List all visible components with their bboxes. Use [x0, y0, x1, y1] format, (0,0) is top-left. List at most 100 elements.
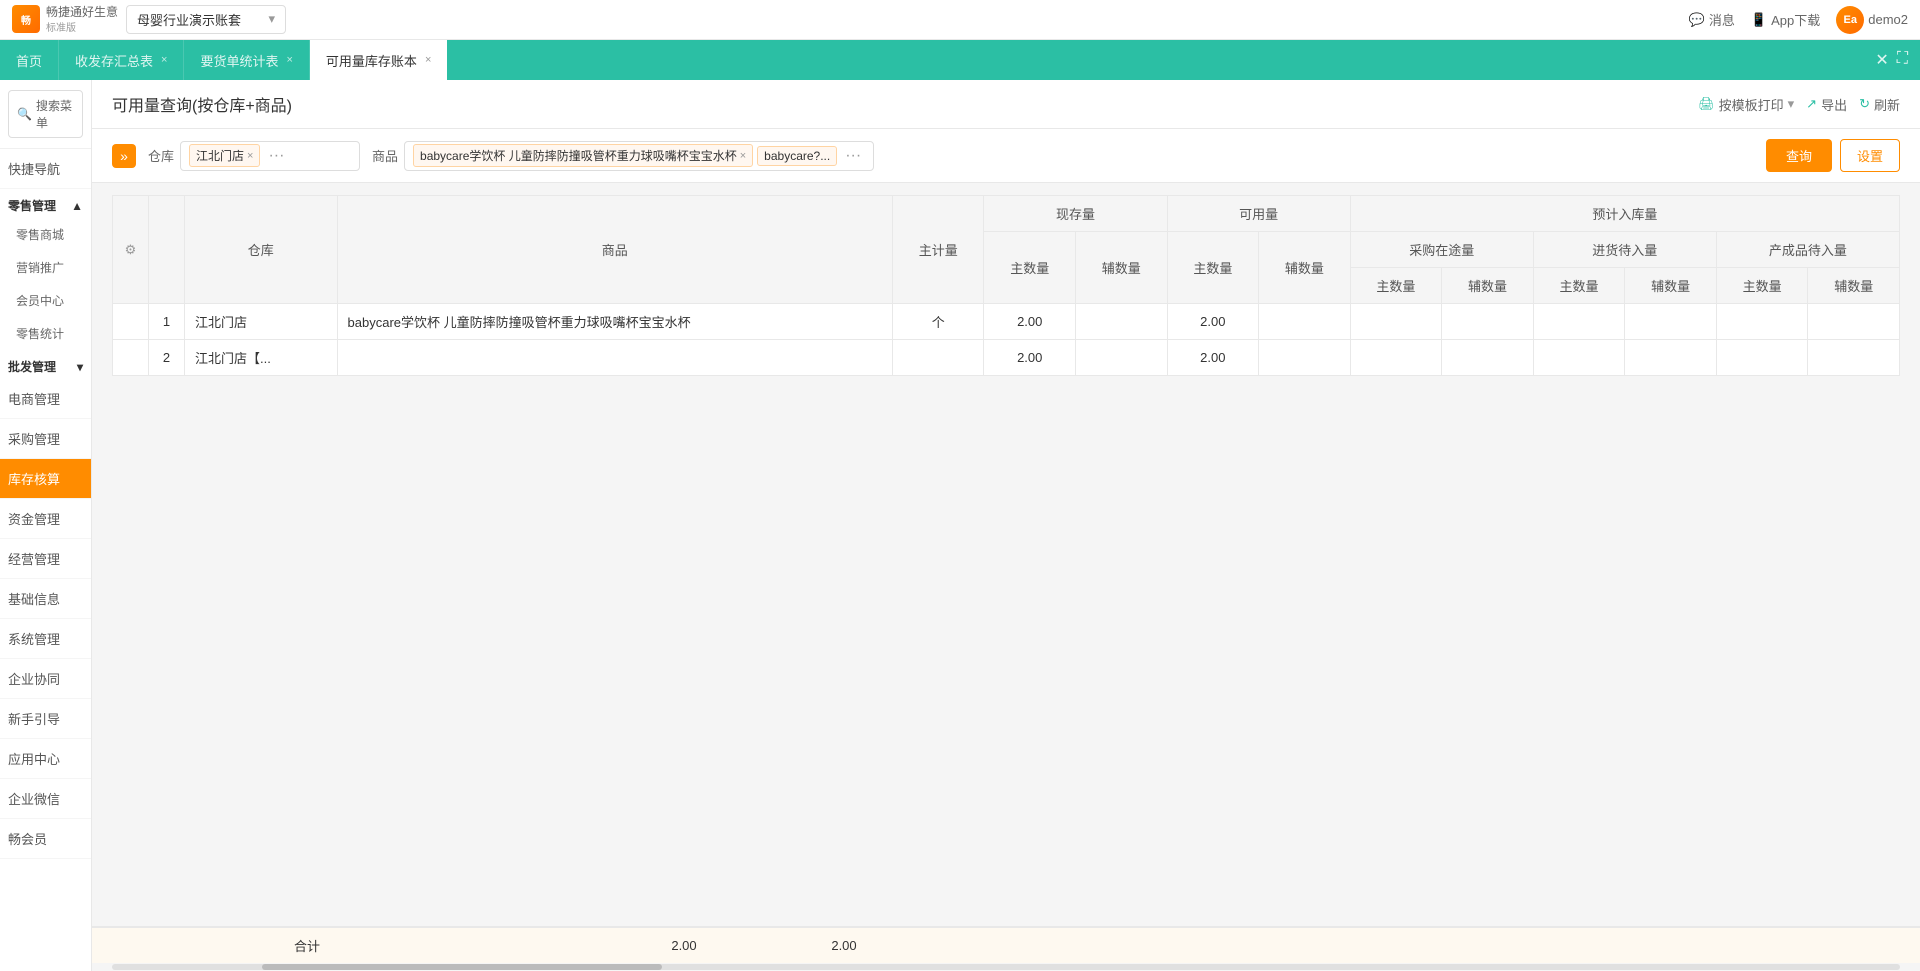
print-template-button[interactable]: 🖨 按模板打印 ▾	[1698, 95, 1794, 114]
tab-bar-actions: ✕ ⛶	[1875, 50, 1908, 70]
sidebar-item-finance[interactable]: 资金管理	[0, 499, 91, 539]
sidebar-item-ecommerce[interactable]: 电商管理	[0, 379, 91, 419]
product-tag-1: babycare学饮杯 儿童防摔防撞吸管杯重力球吸嘴杯宝宝水杯 ×	[413, 144, 753, 167]
export-button[interactable]: ↗ 导出	[1806, 95, 1847, 114]
sidebar-item-member[interactable]: 畅会员	[0, 819, 91, 859]
horizontal-scrollbar[interactable]	[112, 964, 1900, 970]
sidebar-item-marketing[interactable]: 营销推广	[0, 251, 91, 284]
filter-toggle-button[interactable]: »	[112, 144, 136, 168]
print-icon: 🖨	[1698, 96, 1715, 112]
product-tag-2: babycare?...	[757, 146, 837, 166]
sidebar-item-quick-nav[interactable]: 快捷导航	[0, 149, 91, 189]
scrollbar-thumb[interactable]	[262, 964, 662, 970]
sidebar-item-basic-info[interactable]: 基础信息	[0, 579, 91, 619]
tab-receipt-close-icon[interactable]: ×	[161, 54, 167, 66]
top-bar-right: 💬 消息 📱 App下载 Ea demo2	[1689, 6, 1908, 34]
page-header-actions: 🖨 按模板打印 ▾ ↗ 导出 ↻ 刷新	[1698, 95, 1900, 126]
app-download-action[interactable]: 📱 App下载	[1751, 10, 1820, 29]
row-product-0: babycare学饮杯 儿童防摔防撞吸管杯重力球吸嘴杯宝宝水杯	[337, 304, 892, 340]
sidebar-item-retail-store[interactable]: 零售商城	[0, 218, 91, 251]
sidebar-section-wholesale[interactable]: 批发管理 ▾	[0, 350, 91, 379]
search-menu-button[interactable]: 🔍 搜索菜单	[8, 90, 83, 138]
th-current-stock: 现存量	[984, 196, 1167, 232]
user-profile[interactable]: Ea demo2	[1836, 6, 1908, 34]
sidebar-item-wechat[interactable]: 企业微信	[0, 779, 91, 819]
tab-order-stats[interactable]: 要货单统计表 ×	[184, 40, 309, 80]
product-label: 商品	[372, 146, 398, 165]
row-incoming-aux-1	[1625, 340, 1717, 376]
toggle-icon: »	[120, 148, 128, 164]
sidebar-item-member-center[interactable]: 会员中心	[0, 284, 91, 317]
th-available-main-qty: 主数量	[1167, 232, 1259, 304]
tab-available-stock-close-icon[interactable]: ×	[425, 54, 431, 66]
row-purchase-transit-aux-0	[1442, 304, 1534, 340]
th-index	[149, 196, 185, 304]
row-unit-1	[892, 340, 984, 376]
row-warehouse-0: 江北门店	[185, 304, 338, 340]
th-incoming-main: 主数量	[1533, 268, 1625, 304]
row-current-main-0: 2.00	[984, 304, 1076, 340]
th-product: 商品	[337, 196, 892, 304]
chevron-down-icon: ▾	[268, 11, 275, 27]
sidebar-section-retail[interactable]: 零售管理 ▲	[0, 189, 91, 218]
sidebar-item-purchase[interactable]: 采购管理	[0, 419, 91, 459]
row-gear-1	[113, 340, 149, 376]
sidebar-item-inventory[interactable]: 库存核算	[0, 459, 91, 499]
row-index-0: 1	[149, 304, 185, 340]
tab-home[interactable]: 首页	[0, 40, 59, 80]
row-product-pending-aux-1	[1808, 340, 1900, 376]
row-purchase-transit-main-0	[1350, 304, 1442, 340]
row-current-aux-0	[1076, 304, 1168, 340]
sidebar-item-operations[interactable]: 经营管理	[0, 539, 91, 579]
th-product-pending-main: 主数量	[1716, 268, 1808, 304]
message-action[interactable]: 💬 消息	[1689, 10, 1735, 29]
refresh-icon: ↻	[1859, 96, 1870, 112]
tab-close-all-icon[interactable]: ✕	[1875, 50, 1888, 70]
th-available-aux-qty: 辅数量	[1259, 232, 1351, 304]
tab-order-stats-close-icon[interactable]: ×	[286, 54, 292, 66]
warehouse-tag-remove[interactable]: ×	[247, 150, 253, 162]
sidebar-item-appcenter[interactable]: 应用中心	[0, 739, 91, 779]
row-incoming-main-0	[1533, 304, 1625, 340]
sidebar-item-system[interactable]: 系统管理	[0, 619, 91, 659]
product-tag-1-remove[interactable]: ×	[740, 150, 746, 162]
th-purchase-transit-aux: 辅数量	[1442, 268, 1534, 304]
table-footer: 合计 2.00 2.00	[92, 926, 1920, 963]
logo-area: 畅 畅捷通好生意 标准版	[12, 5, 118, 34]
row-product-pending-aux-0	[1808, 304, 1900, 340]
sidebar-search: 🔍 搜索菜单	[0, 80, 91, 149]
tab-receipt-summary[interactable]: 收发存汇总表 ×	[59, 40, 184, 80]
sidebar-item-newcomer[interactable]: 新手引导	[0, 699, 91, 739]
query-button[interactable]: 查询	[1766, 139, 1832, 172]
row-incoming-main-1	[1533, 340, 1625, 376]
scrollbar-area	[92, 963, 1920, 971]
refresh-button[interactable]: ↻ 刷新	[1859, 95, 1900, 114]
sidebar-item-enterprise[interactable]: 企业协同	[0, 659, 91, 699]
warehouse-more-icon[interactable]: ···	[264, 147, 288, 165]
sidebar-item-retail-stats[interactable]: 零售统计	[0, 317, 91, 350]
table-row: 2 江北门店【... 2.00 2.00	[113, 340, 1900, 376]
th-current-aux-qty: 辅数量	[1076, 232, 1168, 304]
settings-button[interactable]: 设置	[1840, 139, 1900, 172]
industry-selector[interactable]: 母婴行业演示账套 ▾	[126, 5, 286, 34]
filter-bar: » 仓库 江北门店 × ··· 商品 babycare学饮杯 儿童防摔防撞吸管杯…	[92, 129, 1920, 183]
row-product-pending-main-1	[1716, 340, 1808, 376]
warehouse-input[interactable]: 江北门店 × ···	[180, 141, 360, 171]
summary-label: 合计	[284, 936, 584, 955]
row-available-main-0: 2.00	[1167, 304, 1259, 340]
product-more-icon[interactable]: ···	[841, 147, 865, 165]
row-product-pending-main-0	[1716, 304, 1808, 340]
product-input[interactable]: babycare学饮杯 儿童防摔防撞吸管杯重力球吸嘴杯宝宝水杯 × babyca…	[404, 141, 874, 171]
top-bar: 畅 畅捷通好生意 标准版 母婴行业演示账套 ▾ 💬 消息 📱 App下载 Ea …	[0, 0, 1920, 40]
gear-icon[interactable]: ⚙	[125, 242, 137, 257]
logo-text: 畅捷通好生意 标准版	[46, 5, 118, 34]
tab-available-stock[interactable]: 可用量库存账本 ×	[310, 40, 447, 80]
row-available-aux-1	[1259, 340, 1351, 376]
tab-fullscreen-icon[interactable]: ⛶	[1897, 50, 1908, 70]
row-incoming-aux-0	[1625, 304, 1717, 340]
row-current-aux-1	[1076, 340, 1168, 376]
row-gear-0	[113, 304, 149, 340]
content-area: 可用量查询(按仓库+商品) 🖨 按模板打印 ▾ ↗ 导出 ↻ 刷新	[92, 80, 1920, 971]
row-available-main-1: 2.00	[1167, 340, 1259, 376]
tab-home-label: 首页	[16, 51, 42, 70]
